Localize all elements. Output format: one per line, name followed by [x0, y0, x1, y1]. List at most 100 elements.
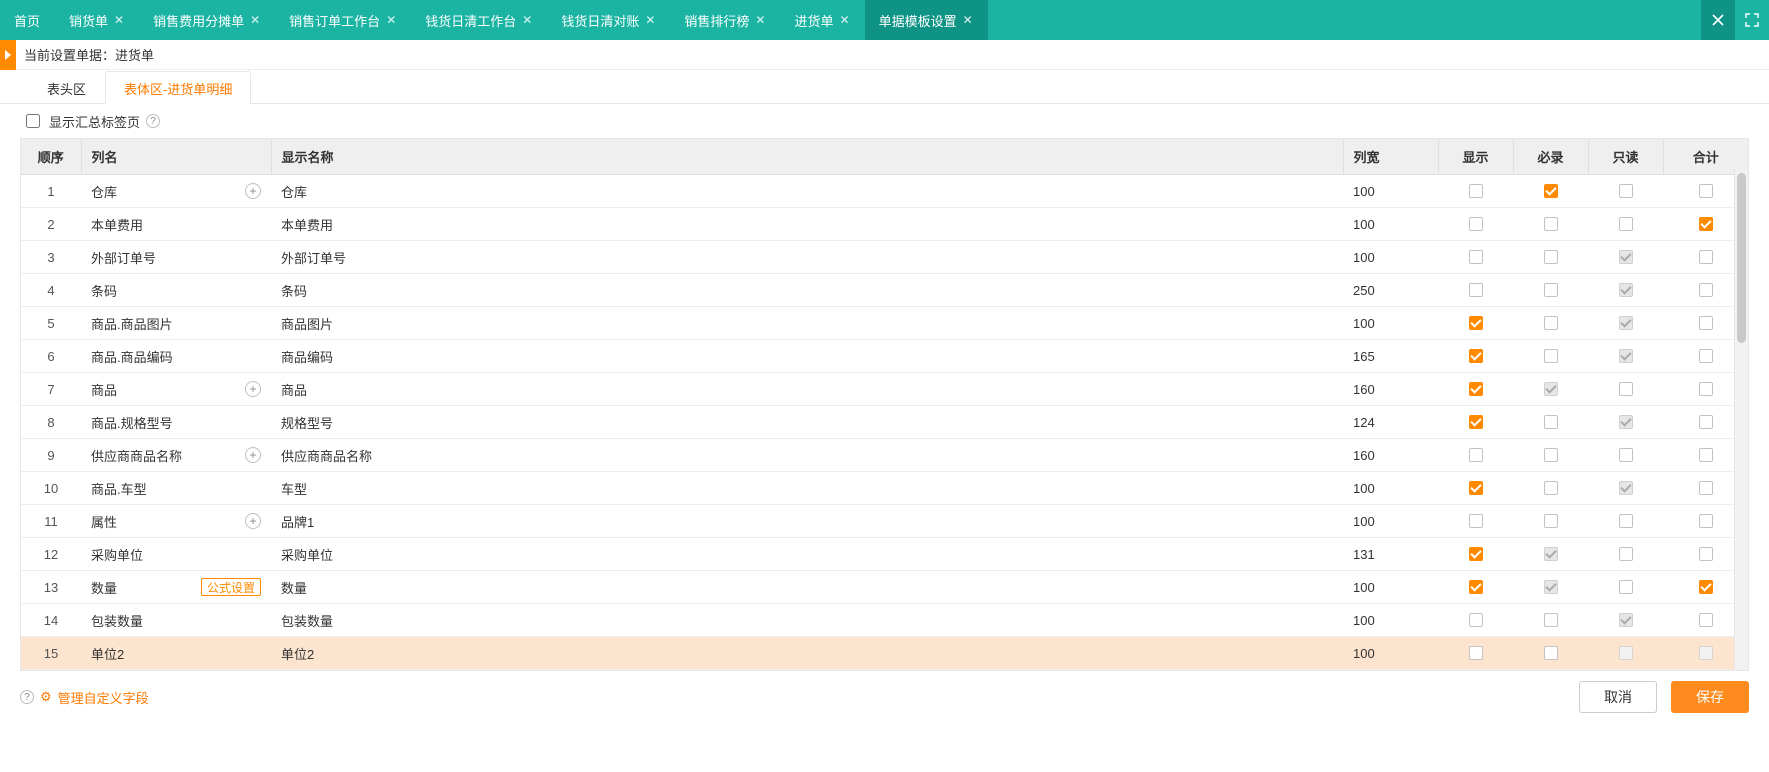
top-tab[interactable]: 首页 — [0, 0, 55, 40]
checkbox[interactable] — [1699, 184, 1713, 198]
table-row[interactable]: 6商品.商品编码商品编码165 — [21, 340, 1748, 373]
cell-width[interactable]: 100 — [1343, 175, 1438, 208]
cancel-button[interactable]: 取消 — [1579, 681, 1657, 713]
checkbox[interactable] — [1469, 382, 1483, 396]
checkbox[interactable] — [1699, 382, 1713, 396]
checkbox[interactable] — [1469, 217, 1483, 231]
checkbox[interactable] — [1699, 415, 1713, 429]
checkbox[interactable] — [1699, 250, 1713, 264]
checkbox[interactable] — [1544, 217, 1558, 231]
cell-width[interactable]: 100 — [1343, 472, 1438, 505]
checkbox[interactable] — [1469, 316, 1483, 330]
cell-width[interactable]: 100 — [1343, 241, 1438, 274]
checkbox[interactable] — [1544, 481, 1558, 495]
table-row[interactable]: 5商品.商品图片商品图片100 — [21, 307, 1748, 340]
cell-display-name[interactable]: 商品编码 — [271, 340, 1343, 373]
sub-tab[interactable]: 表头区 — [28, 71, 105, 104]
checkbox[interactable] — [1699, 217, 1713, 231]
checkbox[interactable] — [1544, 316, 1558, 330]
table-row[interactable]: 4条码条码250 — [21, 274, 1748, 307]
cell-display-name[interactable]: 仓库 — [271, 175, 1343, 208]
top-tab[interactable]: 钱货日清对账✕ — [547, 0, 670, 40]
checkbox[interactable] — [1469, 448, 1483, 462]
top-tab[interactable]: 销售订单工作台✕ — [275, 0, 411, 40]
top-tab[interactable]: 进货单✕ — [780, 0, 864, 40]
checkbox[interactable] — [1469, 184, 1483, 198]
checkbox[interactable] — [1699, 481, 1713, 495]
show-summary-checkbox[interactable] — [26, 114, 40, 128]
checkbox[interactable] — [1619, 514, 1633, 528]
add-icon[interactable]: + — [245, 381, 261, 397]
checkbox[interactable] — [1469, 250, 1483, 264]
cell-display-name[interactable]: 商品 — [271, 373, 1343, 406]
cell-width[interactable]: 100 — [1343, 637, 1438, 670]
footer-help-icon[interactable]: ? — [20, 690, 34, 704]
table-row[interactable]: 8商品.规格型号规格型号124 — [21, 406, 1748, 439]
fullscreen-button[interactable] — [1735, 0, 1769, 40]
tab-close-icon[interactable]: ✕ — [114, 13, 124, 27]
checkbox[interactable] — [1699, 613, 1713, 627]
checkbox[interactable] — [1469, 514, 1483, 528]
checkbox[interactable] — [1469, 349, 1483, 363]
checkbox[interactable] — [1544, 613, 1558, 627]
checkbox[interactable] — [1469, 415, 1483, 429]
top-tab[interactable]: 销货单✕ — [55, 0, 139, 40]
tab-close-icon[interactable]: ✕ — [386, 13, 396, 27]
custom-fields-link[interactable]: 管理自定义字段 — [58, 688, 149, 707]
checkbox[interactable] — [1544, 514, 1558, 528]
formula-button[interactable]: 公式设置 — [201, 578, 261, 596]
cell-width[interactable]: 100 — [1343, 208, 1438, 241]
cell-width[interactable]: 160 — [1343, 439, 1438, 472]
cell-width[interactable]: 124 — [1343, 406, 1438, 439]
table-row[interactable]: 3外部订单号外部订单号100 — [21, 241, 1748, 274]
scrollbar-thumb[interactable] — [1737, 173, 1746, 343]
table-row[interactable]: 10商品.车型车型100 — [21, 472, 1748, 505]
close-all-button[interactable] — [1701, 0, 1735, 40]
add-icon[interactable]: + — [245, 513, 261, 529]
cell-width[interactable]: 250 — [1343, 274, 1438, 307]
cell-display-name[interactable]: 本单费用 — [271, 208, 1343, 241]
vertical-scrollbar[interactable] — [1734, 169, 1748, 670]
cell-width[interactable]: 160 — [1343, 373, 1438, 406]
table-row[interactable]: 11属性+品牌1100 — [21, 505, 1748, 538]
cell-display-name[interactable]: 条码 — [271, 274, 1343, 307]
cell-display-name[interactable]: 单位2 — [271, 637, 1343, 670]
add-icon[interactable]: + — [245, 183, 261, 199]
checkbox[interactable] — [1699, 448, 1713, 462]
tab-close-icon[interactable]: ✕ — [522, 13, 532, 27]
cell-display-name[interactable]: 车型 — [271, 472, 1343, 505]
checkbox[interactable] — [1544, 184, 1558, 198]
tab-close-icon[interactable]: ✕ — [840, 13, 850, 27]
cell-display-name[interactable]: 商品图片 — [271, 307, 1343, 340]
cell-display-name[interactable]: 外部订单号 — [271, 241, 1343, 274]
cell-display-name[interactable]: 供应商商品名称 — [271, 439, 1343, 472]
table-row[interactable]: 13数量公式设置数量100 — [21, 571, 1748, 604]
table-row[interactable]: 9供应商商品名称+供应商商品名称160 — [21, 439, 1748, 472]
cell-width[interactable]: 100 — [1343, 307, 1438, 340]
checkbox[interactable] — [1619, 580, 1633, 594]
checkbox[interactable] — [1619, 382, 1633, 396]
checkbox[interactable] — [1469, 481, 1483, 495]
checkbox[interactable] — [1544, 349, 1558, 363]
cell-display-name[interactable]: 数量 — [271, 571, 1343, 604]
sub-tab[interactable]: 表体区-进货单明细 — [105, 71, 251, 104]
checkbox[interactable] — [1699, 514, 1713, 528]
top-tab[interactable]: 单据模板设置✕ — [865, 0, 988, 40]
table-row[interactable]: 12采购单位采购单位131 — [21, 538, 1748, 571]
cell-width[interactable]: 131 — [1343, 538, 1438, 571]
tab-close-icon[interactable]: ✕ — [645, 13, 655, 27]
top-tab[interactable]: 销售费用分摊单✕ — [139, 0, 275, 40]
checkbox[interactable] — [1469, 646, 1483, 660]
checkbox[interactable] — [1469, 580, 1483, 594]
sidebar-toggle[interactable] — [0, 40, 16, 70]
checkbox[interactable] — [1619, 217, 1633, 231]
cell-width[interactable]: 165 — [1343, 340, 1438, 373]
checkbox[interactable] — [1699, 547, 1713, 561]
checkbox[interactable] — [1619, 184, 1633, 198]
checkbox[interactable] — [1544, 646, 1558, 660]
cell-width[interactable]: 100 — [1343, 604, 1438, 637]
tab-close-icon[interactable]: ✕ — [963, 13, 973, 27]
cell-width[interactable]: 100 — [1343, 505, 1438, 538]
checkbox[interactable] — [1619, 547, 1633, 561]
table-row[interactable]: 14包装数量包装数量100 — [21, 604, 1748, 637]
